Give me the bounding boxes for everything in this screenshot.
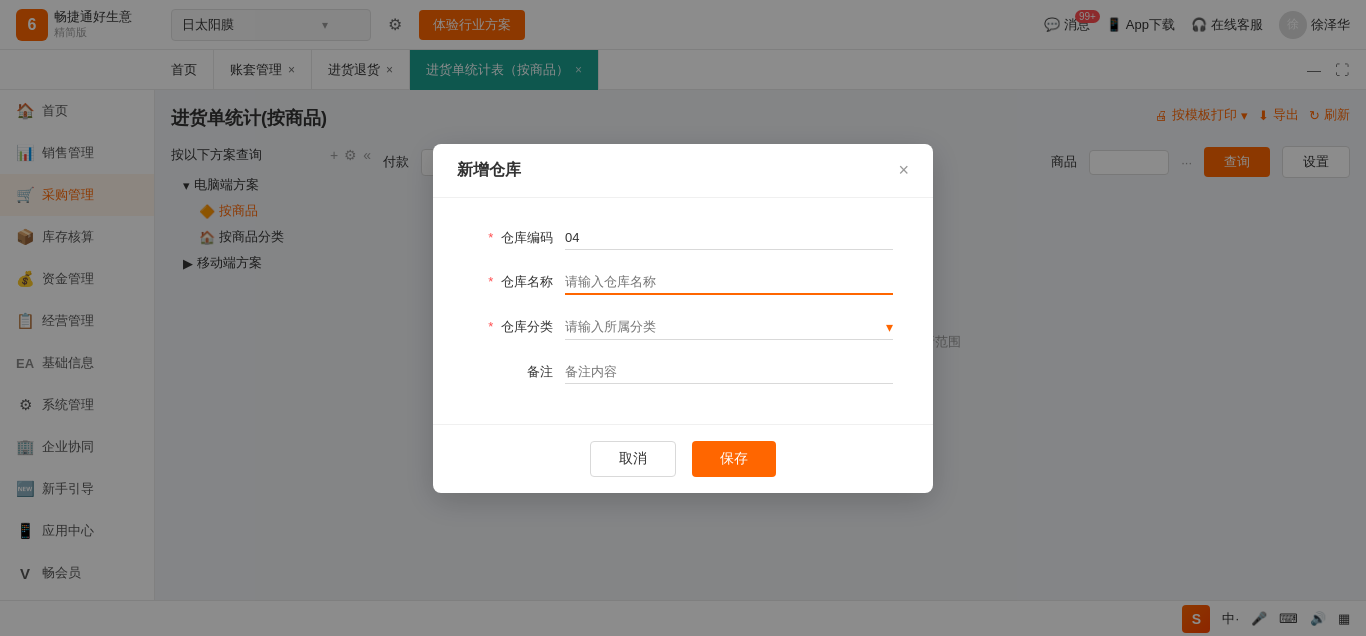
category-required-mark: *	[488, 319, 493, 334]
form-row-code: * 仓库编码	[473, 226, 893, 250]
category-select-input[interactable]	[565, 319, 886, 334]
note-label: 备注	[473, 363, 553, 381]
category-dropdown-icon[interactable]: ▾	[886, 319, 893, 335]
cancel-button[interactable]: 取消	[590, 441, 676, 477]
name-required-mark: *	[488, 274, 493, 289]
dialog-overlay[interactable]: 新增仓库 × * 仓库编码 * 仓库名称	[0, 0, 1366, 636]
dialog-footer: 取消 保存	[433, 424, 933, 493]
code-required-mark: *	[488, 230, 493, 245]
warehouse-code-input[interactable]	[565, 226, 893, 250]
form-row-note: 备注	[473, 360, 893, 384]
form-row-category: * 仓库分类 ▾	[473, 315, 893, 340]
warehouse-name-input[interactable]	[565, 270, 893, 295]
category-label: * 仓库分类	[473, 318, 553, 336]
dialog-close-icon[interactable]: ×	[898, 161, 909, 179]
form-row-name: * 仓库名称	[473, 270, 893, 295]
code-label: * 仓库编码	[473, 229, 553, 247]
new-warehouse-dialog: 新增仓库 × * 仓库编码 * 仓库名称	[433, 144, 933, 493]
save-button[interactable]: 保存	[692, 441, 776, 477]
note-input[interactable]	[565, 360, 893, 384]
dialog-title: 新增仓库	[457, 160, 521, 181]
dialog-body: * 仓库编码 * 仓库名称 * 仓库分类	[433, 198, 933, 424]
category-select-wrapper[interactable]: ▾	[565, 315, 893, 340]
name-label: * 仓库名称	[473, 273, 553, 291]
dialog-header: 新增仓库 ×	[433, 144, 933, 198]
